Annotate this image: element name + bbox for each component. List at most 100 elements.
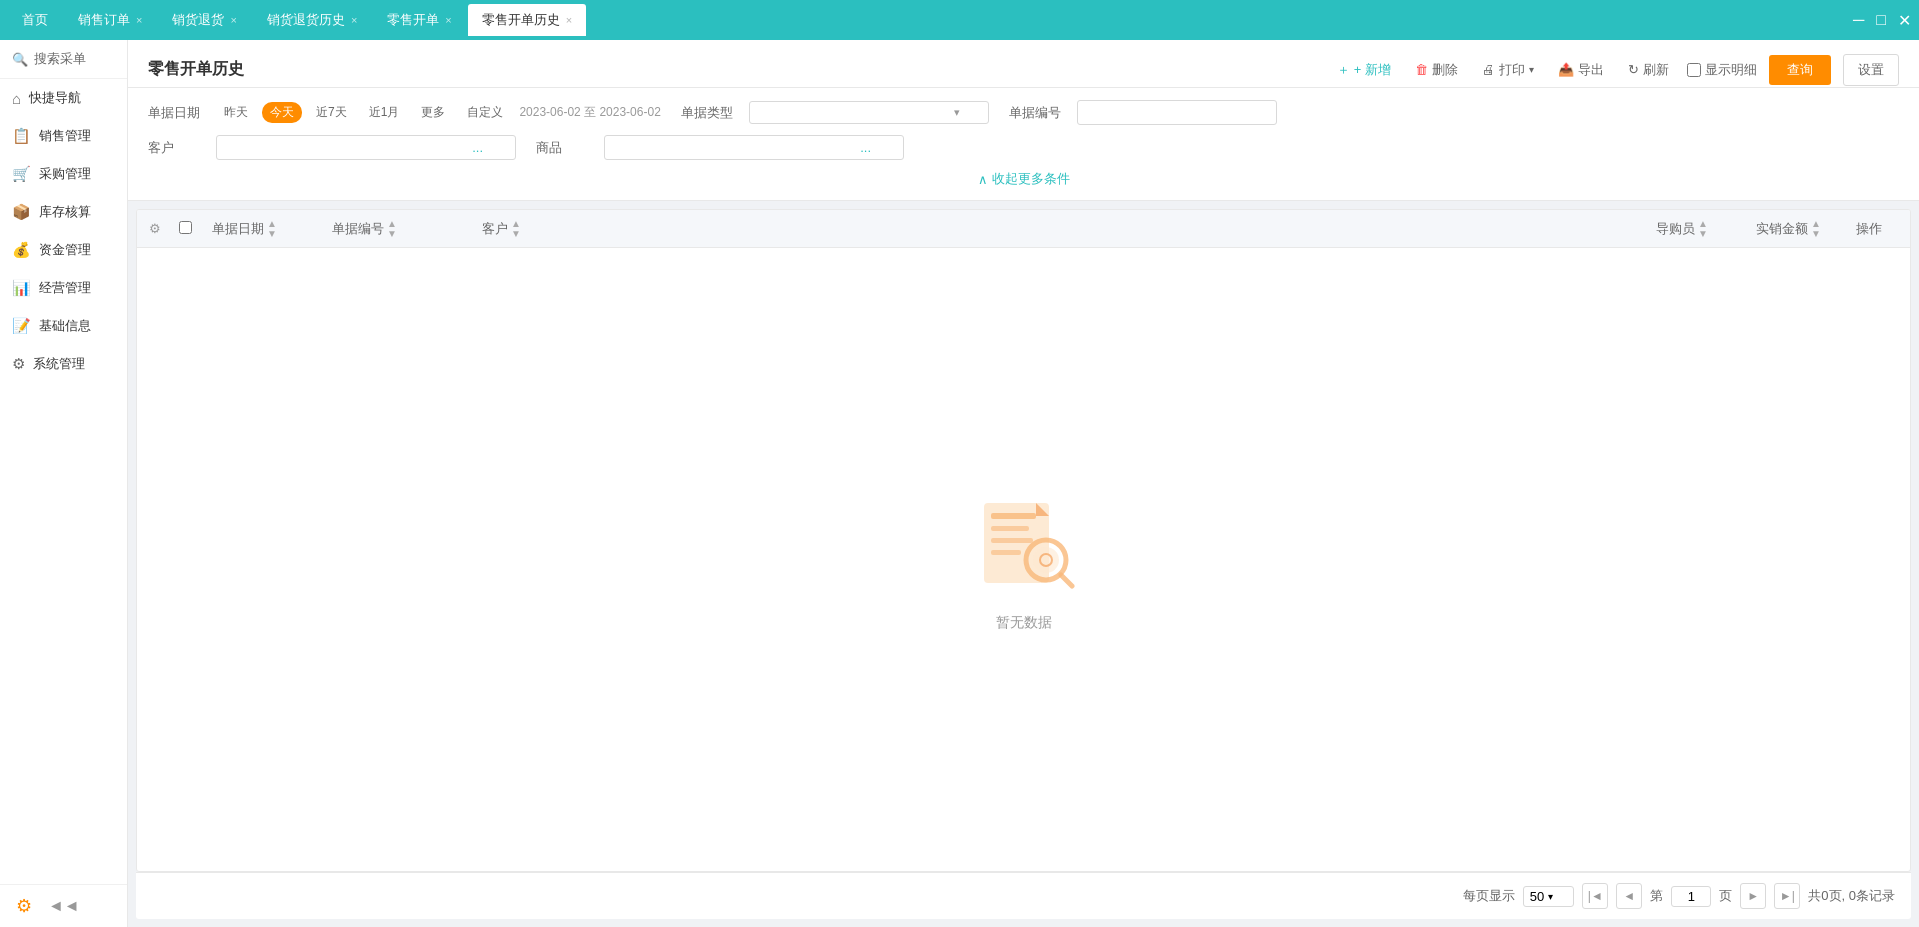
filter-area: 单据日期 昨天 今天 近7天 近1月 更多 自定义 2023-06-02 至 2… xyxy=(128,88,1919,201)
tab-retail-open[interactable]: 零售开单 × xyxy=(373,4,465,36)
prev-page-button[interactable]: ◄ xyxy=(1616,883,1642,909)
refresh-icon: ↻ xyxy=(1628,62,1639,77)
close-tab-sales-return[interactable]: × xyxy=(230,14,236,26)
doc-number-input[interactable] xyxy=(1077,100,1277,125)
close-button[interactable]: ✕ xyxy=(1898,11,1911,30)
last-page-button[interactable]: ►| xyxy=(1774,883,1800,909)
sidebar-item-finance[interactable]: 💰 资金管理 xyxy=(0,231,127,269)
table-area: ⚙ 单据日期 ▲▼ 单据编号 ▲▼ 客户 ▲▼ 导购员 xyxy=(136,209,1911,872)
total-info: 共0页, 0条记录 xyxy=(1808,887,1895,905)
product-select[interactable]: ... xyxy=(604,135,904,160)
sidebar-item-basic-info[interactable]: 📝 基础信息 xyxy=(0,307,127,345)
query-button[interactable]: 查询 xyxy=(1769,55,1831,85)
doc-type-arrow: ▾ xyxy=(954,106,960,119)
page-size-select[interactable]: 50 ▾ xyxy=(1523,886,1574,907)
settings-filter-button[interactable]: 设置 xyxy=(1843,54,1899,86)
delete-button[interactable]: 🗑 删除 xyxy=(1409,57,1464,83)
sidebar-item-sales-mgmt[interactable]: 📋 销售管理 xyxy=(0,117,127,155)
date-btn-7days[interactable]: 近7天 xyxy=(308,102,355,123)
th-guide[interactable]: 导购员 ▲▼ xyxy=(1646,211,1746,247)
collapse-icon: ∧ xyxy=(978,172,988,187)
sidebar-item-operations[interactable]: 📊 经营管理 xyxy=(0,269,127,307)
sidebar-search[interactable]: 🔍 搜索采单 xyxy=(0,40,127,79)
table-settings-icon[interactable]: ⚙ xyxy=(141,213,169,244)
close-tab-retail-history[interactable]: × xyxy=(566,14,572,26)
sidebar: 🔍 搜索采单 ⌂ 快捷导航 📋 销售管理 🛒 采购管理 📦 库存核算 💰 资金管… xyxy=(0,40,128,927)
collapse-filter-button[interactable]: ∧ 收起更多条件 xyxy=(978,170,1070,188)
top-tab-bar: 首页 销售订单 × 销货退货 × 销货退货历史 × 零售开单 × 零售开单历史 … xyxy=(0,0,1919,40)
sidebar-item-inventory[interactable]: 📦 库存核算 xyxy=(0,193,127,231)
purchase-icon: 🛒 xyxy=(12,165,31,183)
finance-icon: 💰 xyxy=(12,241,31,259)
doc-type-select[interactable]: ▾ xyxy=(749,101,989,124)
table-select-all[interactable] xyxy=(169,213,202,245)
date-btn-more[interactable]: 更多 xyxy=(413,102,453,123)
product-label: 商品 xyxy=(536,139,596,157)
pagination: 每页显示 50 ▾ |◄ ◄ 第 页 ► ►| 共0页, 0条记录 xyxy=(136,872,1911,919)
minimize-button[interactable]: ─ xyxy=(1853,11,1864,29)
filter-row-1: 单据日期 昨天 今天 近7天 近1月 更多 自定义 2023-06-02 至 2… xyxy=(148,100,1899,125)
settings-icon[interactable]: ⚙ xyxy=(16,895,32,917)
page-number-input[interactable] xyxy=(1671,886,1711,907)
sidebar-item-purchase-mgmt[interactable]: 🛒 采购管理 xyxy=(0,155,127,193)
amount-sort-icon: ▲▼ xyxy=(1811,219,1821,239)
print-button[interactable]: 🖨 打印 ▾ xyxy=(1476,57,1540,83)
product-select-dots[interactable]: ... xyxy=(856,140,875,155)
customer-select[interactable]: ... xyxy=(216,135,516,160)
page-label-pre: 第 xyxy=(1650,887,1663,905)
tab-retail-history[interactable]: 零售开单历史 × xyxy=(468,4,586,36)
basic-info-icon: 📝 xyxy=(12,317,31,335)
svg-rect-4 xyxy=(991,550,1021,555)
th-customer[interactable]: 客户 ▲▼ xyxy=(472,211,1646,247)
select-all-checkbox[interactable] xyxy=(179,221,192,234)
date-filter-group: 单据日期 昨天 今天 近7天 近1月 更多 自定义 2023-06-02 至 2… xyxy=(148,102,661,123)
sidebar-bottom: ⚙ ◄◄ xyxy=(0,884,127,927)
window-controls: ─ □ ✕ xyxy=(1853,11,1911,30)
svg-rect-3 xyxy=(991,538,1033,543)
date-btn-yesterday[interactable]: 昨天 xyxy=(216,102,256,123)
tab-sales-return-history[interactable]: 销货退货历史 × xyxy=(253,4,371,36)
page-label-post: 页 xyxy=(1719,887,1732,905)
show-detail-input[interactable] xyxy=(1687,63,1701,77)
close-tab-retail-open[interactable]: × xyxy=(445,14,451,26)
th-number[interactable]: 单据编号 ▲▼ xyxy=(322,211,472,247)
empty-text: 暂无数据 xyxy=(996,614,1052,632)
tab-sales-order[interactable]: 销售订单 × xyxy=(64,4,156,36)
tab-home[interactable]: 首页 xyxy=(8,4,62,36)
th-date[interactable]: 单据日期 ▲▼ xyxy=(202,211,322,247)
date-btn-custom[interactable]: 自定义 xyxy=(459,102,511,123)
customer-select-dots[interactable]: ... xyxy=(468,140,487,155)
export-button[interactable]: 📤 导出 xyxy=(1552,57,1610,83)
doc-number-label: 单据编号 xyxy=(1009,104,1069,122)
export-icon: 📤 xyxy=(1558,62,1574,77)
date-btn-today[interactable]: 今天 xyxy=(262,102,302,123)
sales-icon: 📋 xyxy=(12,127,31,145)
page-title: 零售开单历史 xyxy=(148,59,244,80)
svg-line-8 xyxy=(1061,575,1072,586)
first-page-button[interactable]: |◄ xyxy=(1582,883,1608,909)
print-icon: 🖨 xyxy=(1482,62,1495,77)
tab-sales-return[interactable]: 销货退货 × xyxy=(158,4,250,36)
sidebar-item-quick-nav[interactable]: ⌂ 快捷导航 xyxy=(0,79,127,117)
doc-number-filter-group: 单据编号 xyxy=(1009,100,1277,125)
refresh-button[interactable]: ↻ 刷新 xyxy=(1622,57,1675,83)
sidebar-item-system[interactable]: ⚙ 系统管理 xyxy=(0,345,127,383)
date-sort-icon: ▲▼ xyxy=(267,219,277,239)
date-filter: 昨天 今天 近7天 近1月 更多 自定义 xyxy=(216,102,511,123)
search-icon: 🔍 xyxy=(12,52,28,67)
close-tab-sales-order[interactable]: × xyxy=(136,14,142,26)
maximize-button[interactable]: □ xyxy=(1876,11,1886,29)
th-amount[interactable]: 实销金额 ▲▼ xyxy=(1746,211,1846,247)
add-button[interactable]: ＋ + 新增 xyxy=(1331,57,1397,83)
delete-icon: 🗑 xyxy=(1415,62,1428,77)
operations-icon: 📊 xyxy=(12,279,31,297)
close-tab-sales-return-history[interactable]: × xyxy=(351,14,357,26)
guide-sort-icon: ▲▼ xyxy=(1698,219,1708,239)
next-page-button[interactable]: ► xyxy=(1740,883,1766,909)
page-header: 零售开单历史 ＋ + 新增 🗑 删除 🖨 打印 ▾ 📤 导出 xyxy=(128,40,1919,88)
date-btn-1month[interactable]: 近1月 xyxy=(361,102,408,123)
collapse-sidebar-icon[interactable]: ◄◄ xyxy=(48,897,80,915)
header-actions: ＋ + 新增 🗑 删除 🖨 打印 ▾ 📤 导出 ↻ xyxy=(1331,54,1899,86)
doc-type-filter-group: 单据类型 ▾ xyxy=(681,101,989,124)
show-detail-checkbox[interactable]: 显示明细 xyxy=(1687,61,1757,79)
